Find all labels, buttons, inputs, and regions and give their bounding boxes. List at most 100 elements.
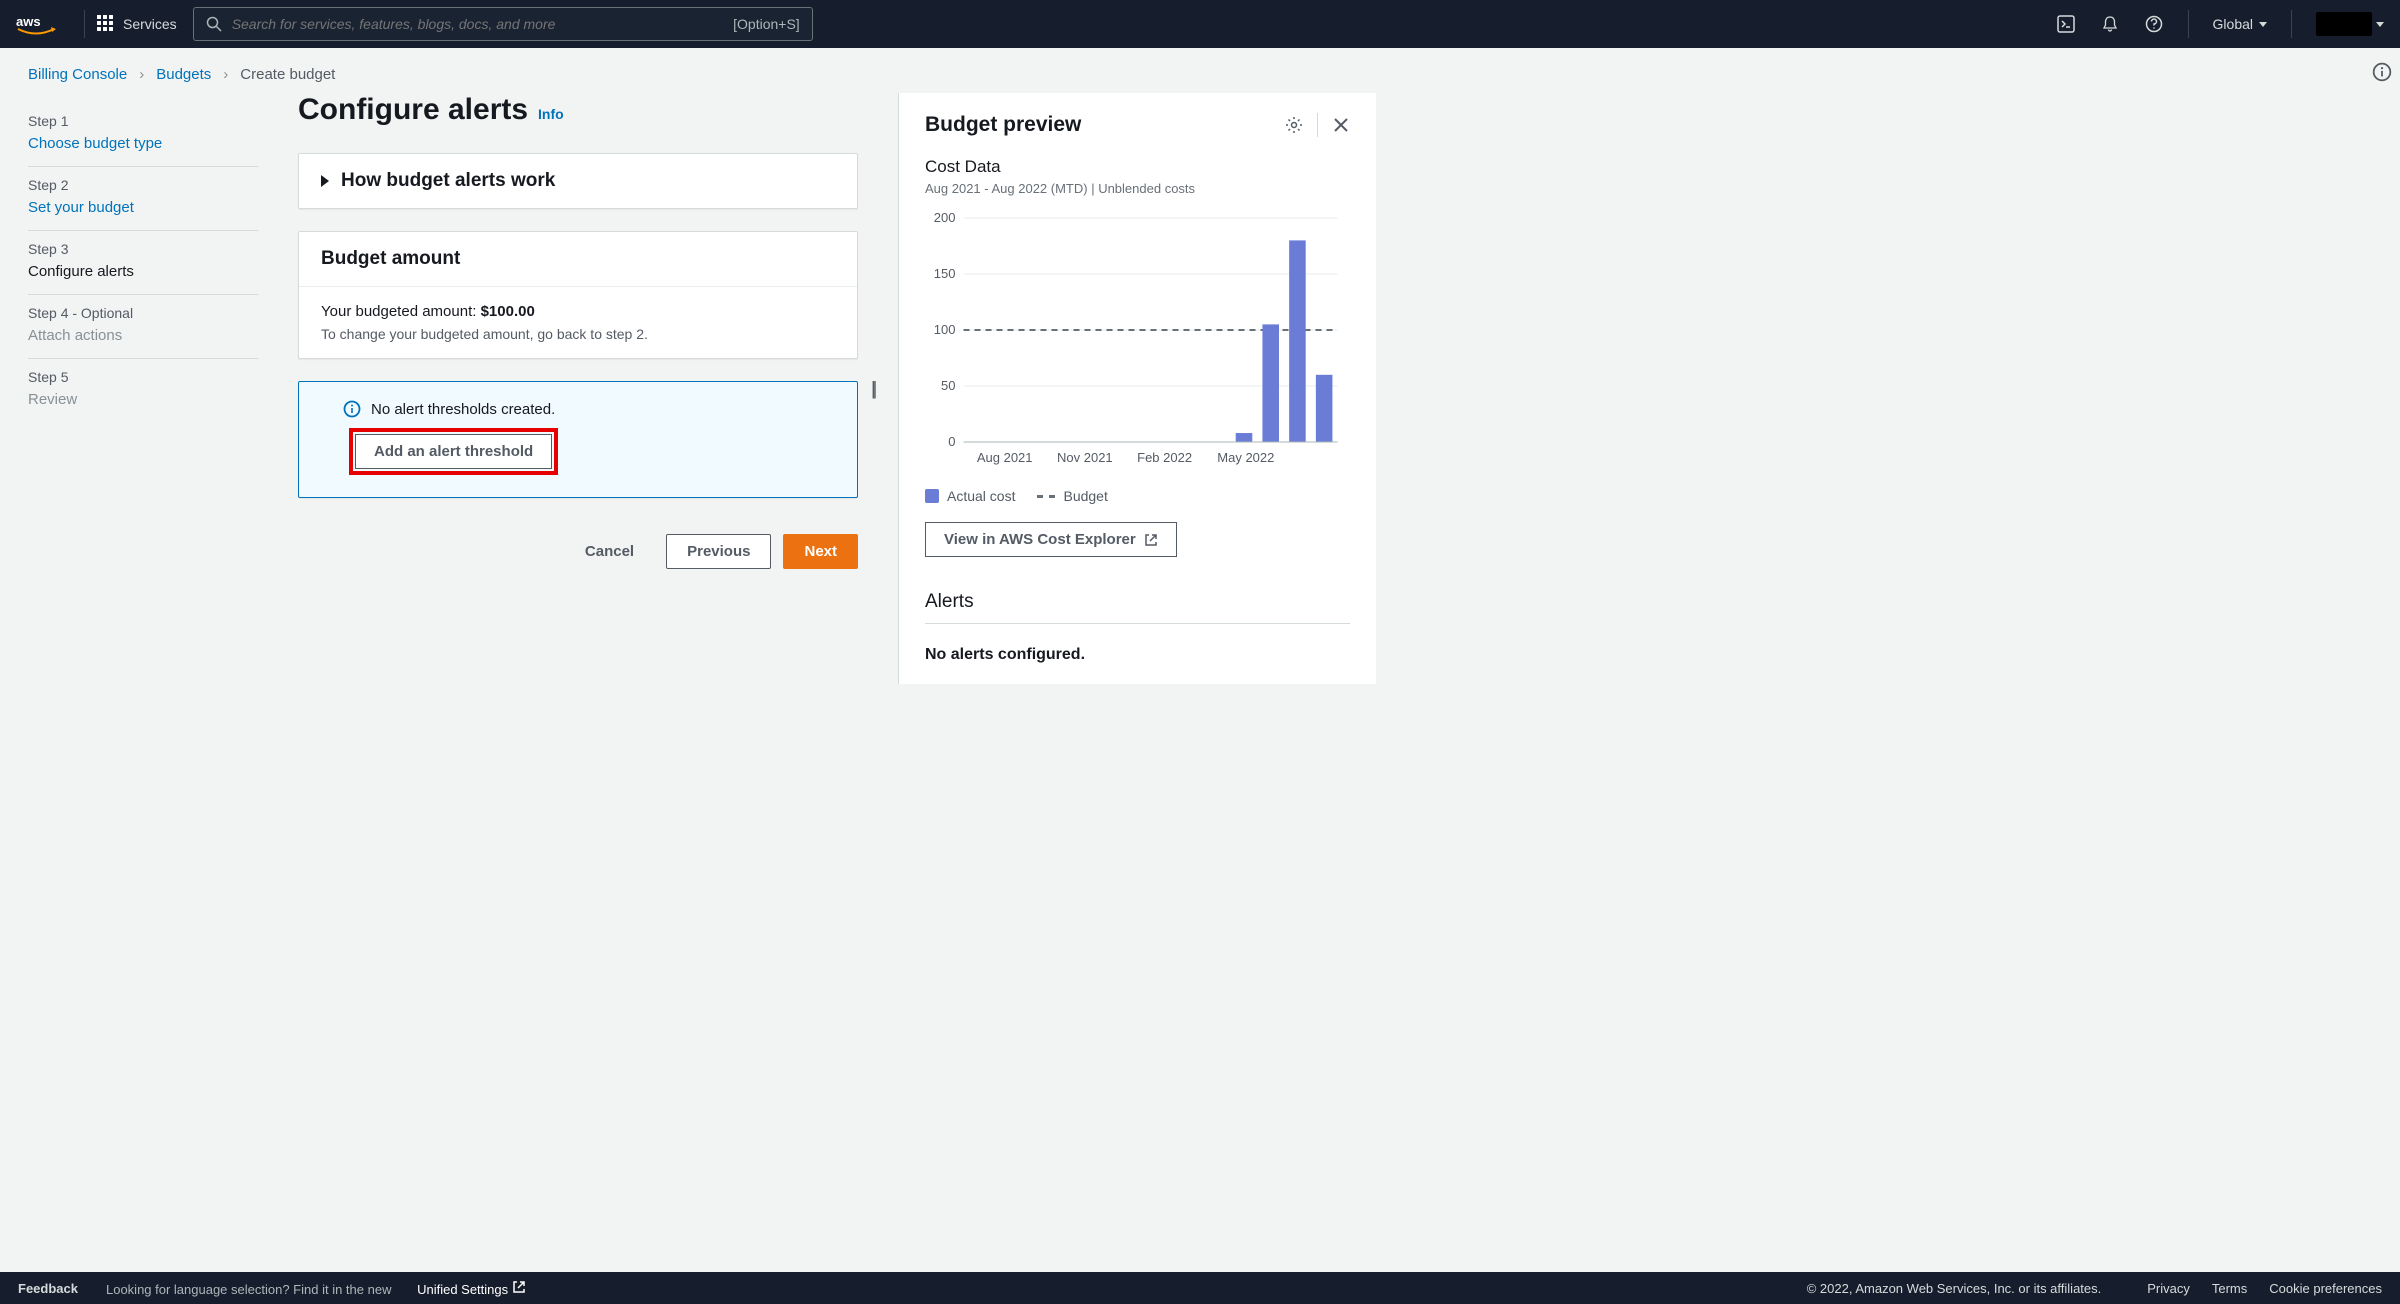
svg-text:50: 50 xyxy=(941,378,955,393)
step-4: Step 4 - Optional Attach actions xyxy=(28,295,258,359)
nav-divider xyxy=(2188,10,2189,38)
step-number: Step 2 xyxy=(28,177,258,193)
search-shortcut: [Option+S] xyxy=(733,16,800,32)
aws-logo[interactable]: aws xyxy=(16,12,56,36)
svg-text:Nov 2021: Nov 2021 xyxy=(1057,450,1113,465)
nav-divider xyxy=(84,10,85,38)
account-redacted[interactable] xyxy=(2316,12,2372,36)
services-button[interactable]: Services xyxy=(97,15,177,33)
step-number: Step 4 - Optional xyxy=(28,305,258,321)
budget-amount-panel: Budget amount Your budgeted amount: $100… xyxy=(298,231,858,359)
alerts-section-title: Alerts xyxy=(925,591,1350,624)
step-title: Configure alerts xyxy=(28,263,258,280)
step-number: Step 3 xyxy=(28,241,258,257)
svg-text:100: 100 xyxy=(934,322,956,337)
step-number: Step 1 xyxy=(28,113,258,129)
step-3: Step 3 Configure alerts xyxy=(28,231,258,295)
breadcrumb-current: Create budget xyxy=(240,66,335,83)
legend-swatch-icon xyxy=(925,489,939,503)
info-icon xyxy=(343,400,361,418)
main-content: Configure alerts Info How budget alerts … xyxy=(298,93,898,684)
how-alerts-work-panel[interactable]: How budget alerts work xyxy=(298,153,858,209)
svg-text:150: 150 xyxy=(934,266,956,281)
cost-chart: 0 50 100 150 200 Aug 2021 Nov 2021 Feb 2022 May … xyxy=(925,210,1350,470)
collapse-handle-icon[interactable]: || xyxy=(871,378,874,399)
help-icon[interactable] xyxy=(2132,0,2176,48)
budget-preview-panel: || Budget preview Cost Data Aug 2021 - A… xyxy=(898,93,1376,684)
breadcrumb-budgets[interactable]: Budgets xyxy=(156,66,211,83)
cloudshell-icon[interactable] xyxy=(2044,0,2088,48)
previous-button[interactable]: Previous xyxy=(666,534,771,569)
budget-change-hint: To change your budgeted amount, go back … xyxy=(321,326,835,342)
wizard-steps: Step 1 Choose budget type Step 2 Set you… xyxy=(28,93,298,684)
cancel-button[interactable]: Cancel xyxy=(565,534,654,569)
preview-title: Budget preview xyxy=(925,113,1081,137)
step-title[interactable]: Choose budget type xyxy=(28,135,258,152)
footer: Feedback Looking for language selection?… xyxy=(0,1272,2400,1304)
page-title: Configure alerts xyxy=(298,93,528,127)
chevron-right-icon: › xyxy=(223,66,228,83)
budget-amount-value: $100.00 xyxy=(481,303,535,320)
expand-triangle-icon xyxy=(321,175,329,187)
step-2[interactable]: Step 2 Set your budget xyxy=(28,167,258,231)
feedback-link[interactable]: Feedback xyxy=(18,1281,78,1296)
no-thresholds-message: No alert thresholds created. xyxy=(371,401,555,418)
svg-text:May 2022: May 2022 xyxy=(1217,450,1274,465)
services-grid-icon xyxy=(97,15,115,33)
search-box[interactable]: [Option+S] xyxy=(193,7,813,41)
info-drawer-icon[interactable] xyxy=(2372,62,2392,87)
nav-divider xyxy=(2291,10,2292,38)
wizard-actions: Cancel Previous Next xyxy=(298,534,858,569)
chart-legend: Actual cost Budget xyxy=(925,488,1350,504)
highlight-annotation: Add an alert threshold xyxy=(349,428,558,475)
region-label: Global xyxy=(2213,16,2253,32)
chart-svg: 0 50 100 150 200 Aug 2021 Nov 2021 Feb 2022 May … xyxy=(925,210,1350,470)
svg-text:Feb 2022: Feb 2022 xyxy=(1137,450,1192,465)
step-title[interactable]: Set your budget xyxy=(28,199,258,216)
language-note: Looking for language selection? Find it … xyxy=(106,1280,526,1297)
topnav: aws Services [Option+S] Global xyxy=(0,0,2400,48)
legend-budget: Budget xyxy=(1037,488,1107,504)
cost-data-title: Cost Data xyxy=(925,157,1350,177)
svg-text:aws: aws xyxy=(16,14,41,29)
svg-text:0: 0 xyxy=(948,434,955,449)
legend-actual-cost: Actual cost xyxy=(925,488,1015,504)
chevron-right-icon: › xyxy=(139,66,144,83)
no-alerts-message: No alerts configured. xyxy=(925,646,1350,664)
caret-down-icon xyxy=(2376,22,2384,27)
external-link-icon xyxy=(1144,533,1158,547)
step-1[interactable]: Step 1 Choose budget type xyxy=(28,103,258,167)
view-cost-explorer-button[interactable]: View in AWS Cost Explorer xyxy=(925,522,1177,557)
legend-dash-icon xyxy=(1037,495,1055,498)
svg-text:Aug 2021: Aug 2021 xyxy=(977,450,1033,465)
close-icon[interactable] xyxy=(1332,116,1350,134)
search-icon xyxy=(206,16,222,32)
privacy-link[interactable]: Privacy xyxy=(2147,1281,2190,1296)
add-alert-threshold-button[interactable]: Add an alert threshold xyxy=(355,434,552,469)
gear-icon[interactable] xyxy=(1285,116,1303,134)
nav-right: Global xyxy=(2044,0,2384,48)
caret-down-icon xyxy=(2259,22,2267,27)
panel-title: How budget alerts work xyxy=(341,170,555,192)
info-link[interactable]: Info xyxy=(538,106,564,122)
region-selector[interactable]: Global xyxy=(2201,16,2279,32)
alert-thresholds-panel: No alert thresholds created. Add an aler… xyxy=(298,381,858,498)
cookie-preferences-link[interactable]: Cookie preferences xyxy=(2269,1281,2382,1296)
step-5: Step 5 Review xyxy=(28,359,258,422)
breadcrumb-billing-console[interactable]: Billing Console xyxy=(28,66,127,83)
unified-settings-link[interactable]: Unified Settings xyxy=(417,1282,526,1297)
breadcrumb: Billing Console › Budgets › Create budge… xyxy=(0,48,2400,93)
copyright-text: © 2022, Amazon Web Services, Inc. or its… xyxy=(1807,1281,2102,1296)
next-button[interactable]: Next xyxy=(783,534,858,569)
services-label: Services xyxy=(123,16,177,32)
panel-title: Budget amount xyxy=(321,248,460,270)
budget-amount-text: Your budgeted amount: $100.00 xyxy=(321,303,835,320)
notifications-icon[interactable] xyxy=(2088,0,2132,48)
terms-link[interactable]: Terms xyxy=(2212,1281,2247,1296)
step-title: Review xyxy=(28,391,258,408)
step-number: Step 5 xyxy=(28,369,258,385)
search-input[interactable] xyxy=(232,16,733,32)
step-title: Attach actions xyxy=(28,327,258,344)
cost-data-subtitle: Aug 2021 - Aug 2022 (MTD) | Unblended co… xyxy=(925,181,1350,196)
svg-text:200: 200 xyxy=(934,210,956,225)
